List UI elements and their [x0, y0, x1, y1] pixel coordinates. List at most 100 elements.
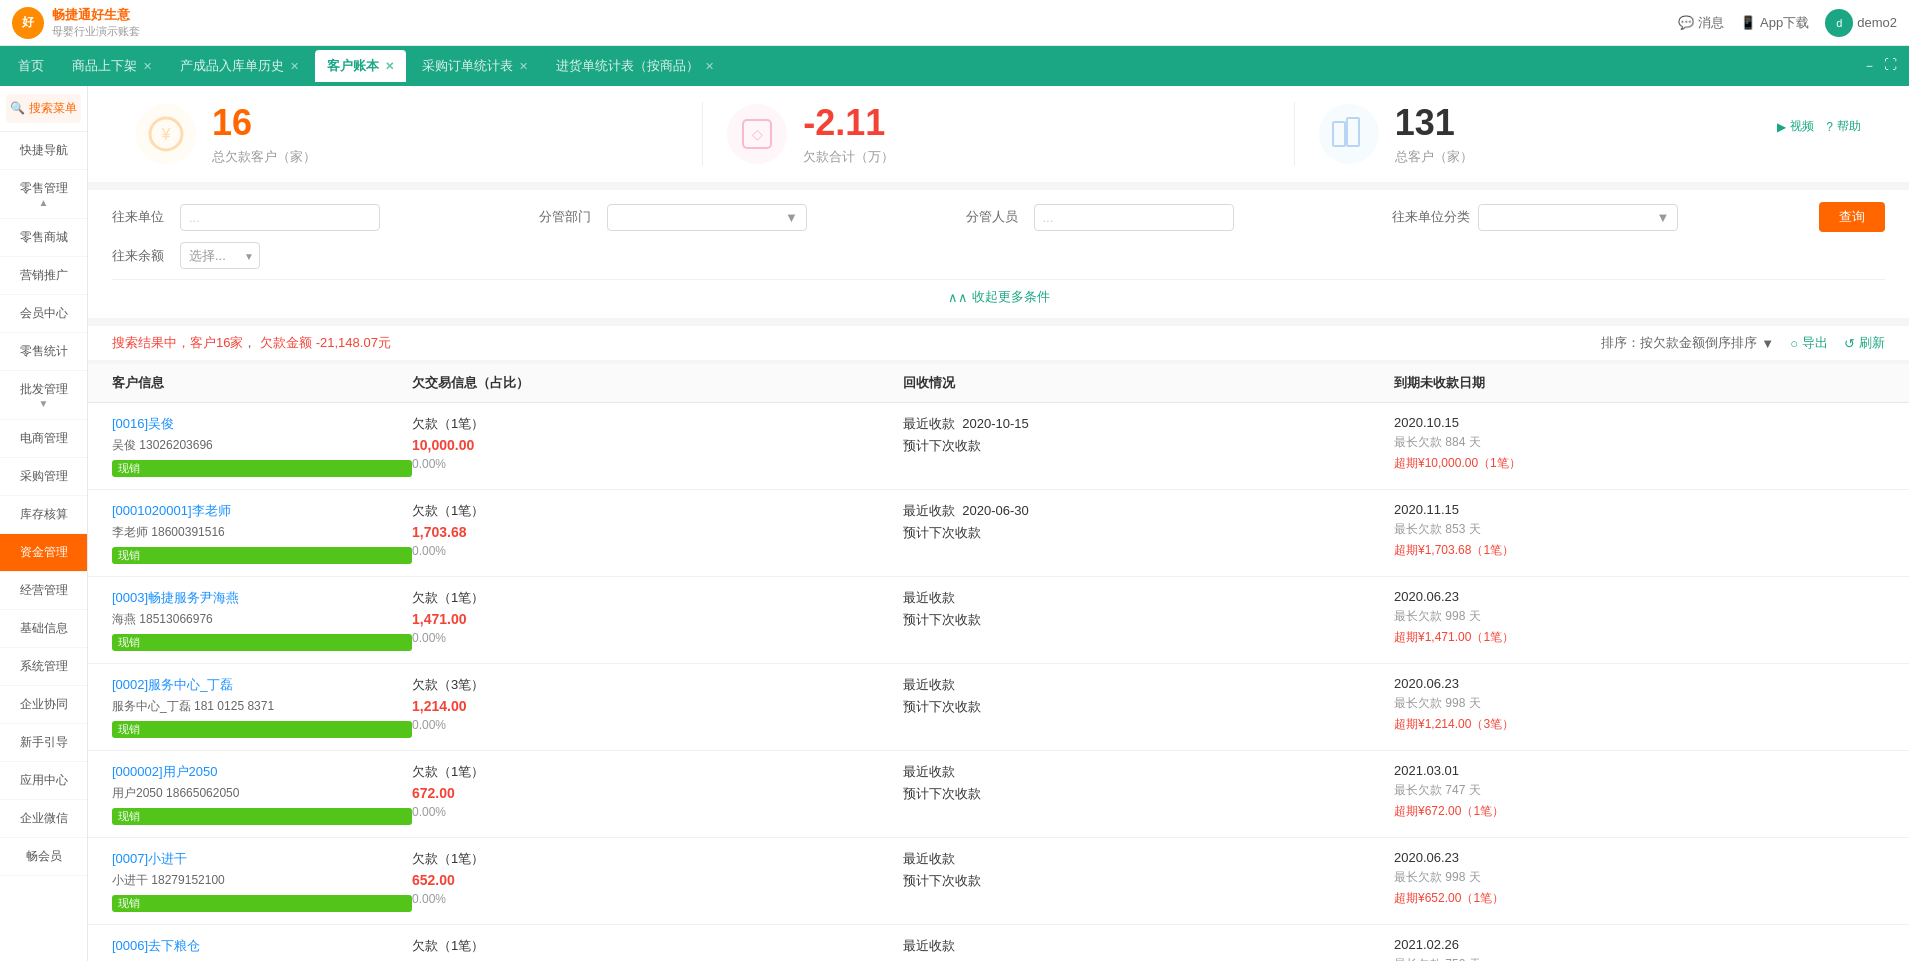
content-area: ¥ 16 总欠款客户（家） ◇ -2.11 欠款合计（万） — [88, 86, 1909, 961]
sidebar-item-guide[interactable]: 新手引导 — [0, 724, 87, 762]
tab-product-listing-close[interactable]: ✕ — [143, 60, 152, 73]
customer-name-3[interactable]: [0003]畅捷服务尹海燕 — [112, 589, 412, 607]
tab-purchase-stats[interactable]: 采购订单统计表 ✕ — [410, 50, 540, 82]
overdue-days-1: 最长欠款 884 天 — [1394, 434, 1885, 451]
export-button[interactable]: ○ 导出 — [1790, 334, 1828, 352]
recovery-last-2: 最近收款 2020-06-30 — [903, 502, 1394, 520]
minimize-icon[interactable]: － — [1863, 57, 1876, 75]
debt-ratio-5: 0.00% — [412, 805, 903, 819]
dept-select[interactable]: ▼ — [607, 204, 807, 231]
sidebar-item-member-center[interactable]: 会员中心 — [0, 295, 87, 333]
debt-info-5: 欠款（1笔） 672.00 0.00% — [412, 763, 903, 825]
overdue-amount-6[interactable]: 超期¥652.00（1笔） — [1394, 890, 1885, 907]
tab-home[interactable]: 首页 — [6, 50, 56, 82]
debt-info-7: 欠款（1笔） 455.90 0.00% — [412, 937, 903, 961]
sort-button[interactable]: 排序：按欠款金额倒序排序 ▼ — [1601, 334, 1774, 352]
tab-customer-ledger-close[interactable]: ✕ — [385, 60, 394, 73]
debt-count-7: 欠款（1笔） — [412, 937, 903, 955]
debt-count-2: 欠款（1笔） — [412, 502, 903, 520]
customer-info-3: [0003]畅捷服务尹海燕 海燕 18513066976 现销 — [112, 589, 412, 651]
search-button[interactable]: 查询 — [1819, 202, 1885, 232]
sidebar-item-purchase-mgmt[interactable]: 采购管理 — [0, 458, 87, 496]
overdue-amount-4[interactable]: 超期¥1,214.00（3笔） — [1394, 716, 1885, 733]
stat-icon-debt-total: ◇ — [727, 104, 787, 164]
debt-info-1: 欠款（1笔） 10,000.00 0.00% — [412, 415, 903, 477]
debt-count-4: 欠款（3笔） — [412, 676, 903, 694]
customer-name-2[interactable]: [0001020001]李老师 — [112, 502, 412, 520]
tab-goods-stats-close[interactable]: ✕ — [705, 60, 714, 73]
help-btn[interactable]: ? 帮助 — [1826, 118, 1861, 135]
sidebar-search-btn[interactable]: 🔍 搜索菜单 — [6, 94, 81, 123]
debt-ratio-2: 0.00% — [412, 544, 903, 558]
customer-info-4: [0002]服务中心_丁磊 服务中心_丁磊 181 0125 8371 现销 — [112, 676, 412, 738]
sidebar-item-wholesale-mgmt[interactable]: 批发管理 ▼ — [0, 371, 87, 420]
sidebar-item-chang-member[interactable]: 畅会员 — [0, 838, 87, 876]
overdue-amount-5[interactable]: 超期¥672.00（1笔） — [1394, 803, 1885, 820]
refresh-button[interactable]: ↺ 刷新 — [1844, 334, 1885, 352]
overdue-amount-2[interactable]: 超期¥1,703.68（1笔） — [1394, 542, 1885, 559]
recovery-info-1: 最近收款 2020-10-15 预计下次收款 — [903, 415, 1394, 477]
sidebar-item-marketing[interactable]: 营销推广 — [0, 257, 87, 295]
overdue-amount-1[interactable]: 超期¥10,000.00（1笔） — [1394, 455, 1885, 472]
sidebar-item-basic-info[interactable]: 基础信息 — [0, 610, 87, 648]
balance-select[interactable]: 选择... 全部 正数 负数 — [180, 242, 260, 269]
customer-phone-6: 小进干 18279152100 — [112, 872, 412, 889]
overdue-days-7: 最长欠款 750 天 — [1394, 956, 1885, 961]
recovery-last-3: 最近收款 — [903, 589, 1394, 607]
customer-tag-3: 现销 — [112, 634, 412, 651]
tab-purchase-history[interactable]: 产成品入库单历史 ✕ — [168, 50, 311, 82]
top-right-actions: 💬 消息 📱 App下载 d demo2 — [1678, 9, 1897, 37]
customer-name-4[interactable]: [0002]服务中心_丁磊 — [112, 676, 412, 694]
debt-ratio-1: 0.00% — [412, 457, 903, 471]
from-unit-input[interactable]: ... — [180, 204, 380, 231]
unit-class-select[interactable]: ▼ — [1478, 204, 1678, 231]
debt-info-3: 欠款（1笔） 1,471.00 0.00% — [412, 589, 903, 651]
sidebar-item-enterprise-wechat[interactable]: 企业微信 — [0, 800, 87, 838]
tab-bar: 首页 商品上下架 ✕ 产成品入库单历史 ✕ 客户账本 ✕ 采购订单统计表 ✕ 进… — [0, 46, 1909, 86]
customer-name-5[interactable]: [000002]用户2050 — [112, 763, 412, 781]
sidebar-item-quick-nav[interactable]: 快捷导航 — [0, 132, 87, 170]
maximize-icon[interactable]: ⛶ — [1884, 57, 1897, 75]
sidebar-item-retail-mgmt[interactable]: 零售管理 ▲ — [0, 170, 87, 219]
customer-name-6[interactable]: [0007]小进干 — [112, 850, 412, 868]
tab-purchase-history-close[interactable]: ✕ — [290, 60, 299, 73]
recovery-last-1: 最近收款 2020-10-15 — [903, 415, 1394, 433]
sidebar-item-operations-mgmt[interactable]: 经营管理 — [0, 572, 87, 610]
customer-name-1[interactable]: [0016]吴俊 — [112, 415, 412, 433]
debt-amount-6: 652.00 — [412, 872, 903, 888]
filter-area: 往来单位 ... 分管部门 ▼ 分管人员 ... — [88, 190, 1909, 318]
result-amount-value: -21,148.07元 — [316, 335, 391, 350]
user-profile[interactable]: d demo2 — [1825, 9, 1897, 37]
tab-customer-ledger[interactable]: 客户账本 ✕ — [315, 50, 406, 82]
sidebar-item-finance-mgmt[interactable]: 资金管理 — [0, 534, 87, 572]
dept-label: 分管部门 — [539, 208, 599, 226]
recovery-info-4: 最近收款 预计下次收款 — [903, 676, 1394, 738]
customer-name-7[interactable]: [0006]去下粮仓 — [112, 937, 412, 955]
person-input[interactable]: ... — [1034, 204, 1234, 231]
overdue-days-6: 最长欠款 998 天 — [1394, 869, 1885, 886]
tab-product-listing[interactable]: 商品上下架 ✕ — [60, 50, 164, 82]
tab-purchase-stats-close[interactable]: ✕ — [519, 60, 528, 73]
sidebar-item-inventory[interactable]: 库存核算 — [0, 496, 87, 534]
app-download-btn[interactable]: 📱 App下载 — [1740, 14, 1809, 32]
stat-info-total: 131 总客户（家） — [1395, 102, 1473, 166]
recovery-last-4: 最近收款 — [903, 676, 1394, 694]
tab-goods-stats[interactable]: 进货单统计表（按商品） ✕ — [544, 50, 726, 82]
collapse-button[interactable]: ∧∧ 收起更多条件 — [948, 288, 1050, 306]
sidebar-item-enterprise-collab[interactable]: 企业协同 — [0, 686, 87, 724]
sidebar-item-retail-mall[interactable]: 零售商城 — [0, 219, 87, 257]
debt-count-6: 欠款（1笔） — [412, 850, 903, 868]
person-label: 分管人员 — [966, 208, 1026, 226]
sidebar-item-app-center[interactable]: 应用中心 — [0, 762, 87, 800]
message-btn[interactable]: 💬 消息 — [1678, 14, 1724, 32]
view-video-btn[interactable]: ▶ 视频 — [1777, 118, 1814, 135]
sidebar-item-system-mgmt[interactable]: 系统管理 — [0, 648, 87, 686]
customer-info-5: [000002]用户2050 用户2050 18665062050 现销 — [112, 763, 412, 825]
overdue-amount-3[interactable]: 超期¥1,471.00（1笔） — [1394, 629, 1885, 646]
tab-goods-stats-label: 进货单统计表（按商品） — [556, 57, 699, 75]
result-text: 搜索结果中，客户16家， 欠款金额 -21,148.07元 — [112, 334, 391, 352]
sidebar-item-ecommerce-mgmt[interactable]: 电商管理 — [0, 420, 87, 458]
overdue-days-5: 最长欠款 747 天 — [1394, 782, 1885, 799]
sidebar-item-retail-stats[interactable]: 零售统计 — [0, 333, 87, 371]
top-bar: 好 畅捷通好生意 母婴行业演示账套 💬 消息 📱 App下载 d demo2 — [0, 0, 1909, 46]
